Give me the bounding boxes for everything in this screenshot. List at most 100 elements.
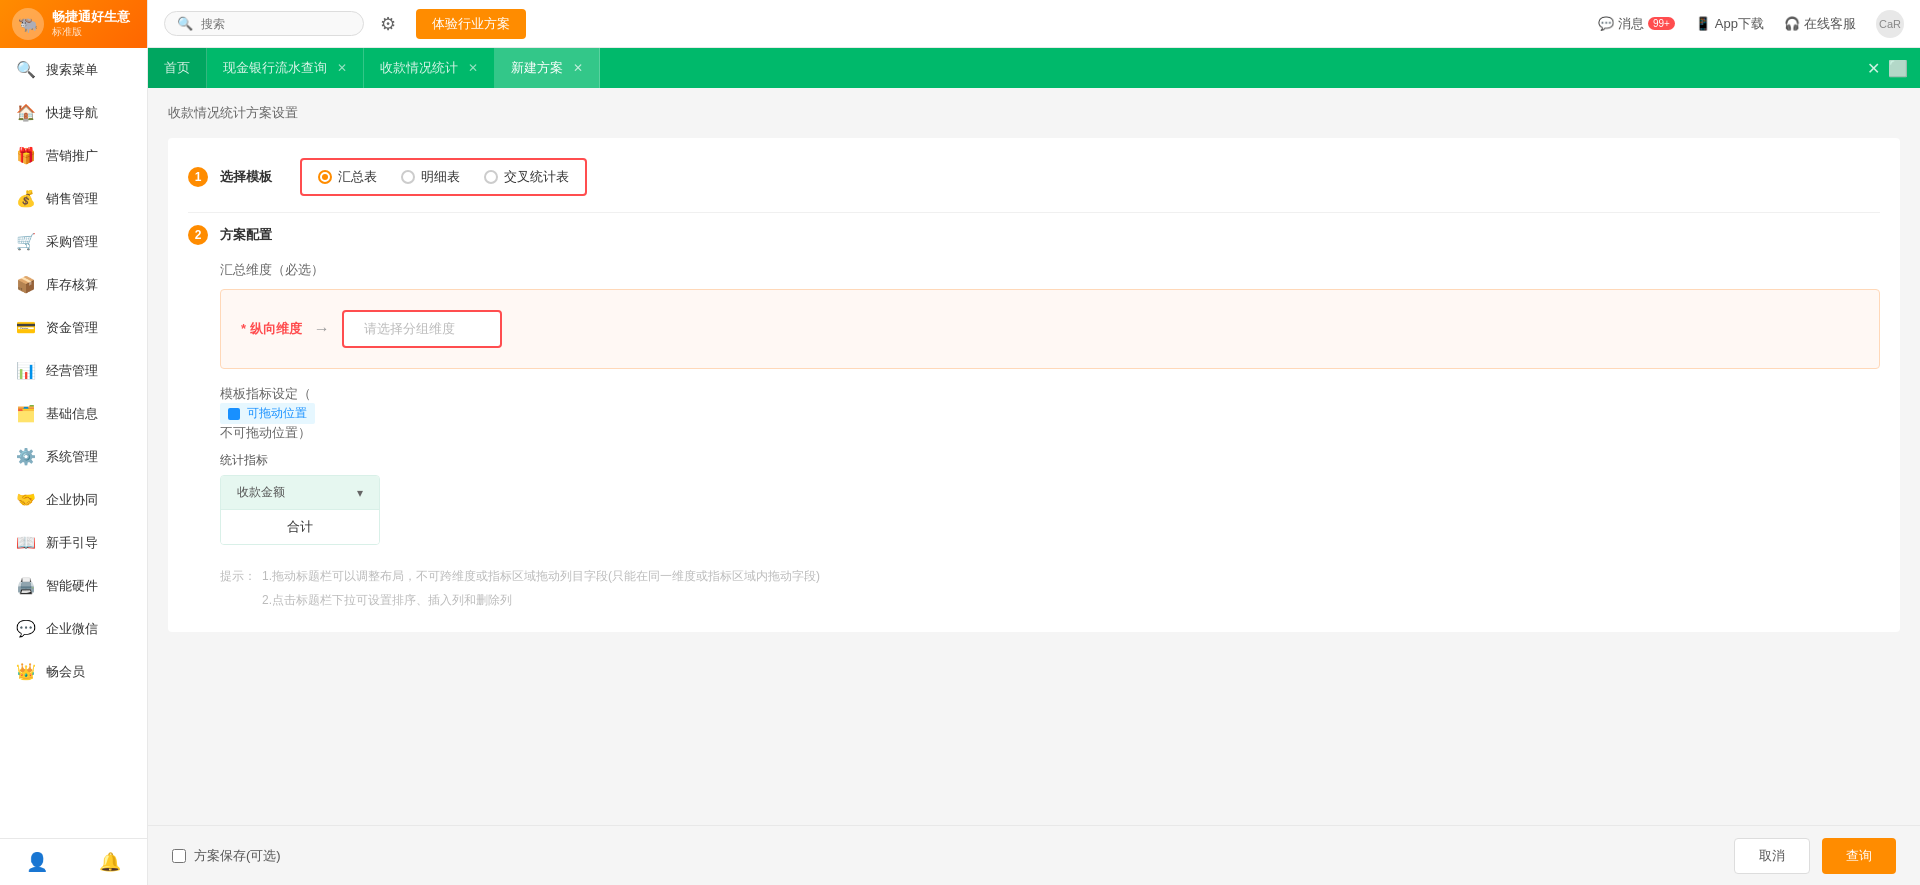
sidebar-item-label: 销售管理 bbox=[46, 190, 98, 208]
indicator-header-inner: 收款金额 ▾ bbox=[237, 484, 363, 501]
sidebar-item-collab[interactable]: 🤝 企业协同 bbox=[0, 478, 147, 521]
sidebar-item-search[interactable]: 🔍 搜索菜单 bbox=[0, 48, 147, 91]
sidebar-bottom: 👤 🔔 bbox=[0, 838, 147, 885]
settings-icon[interactable]: ⚙ bbox=[380, 13, 396, 35]
handshake-icon: 🤝 bbox=[16, 490, 36, 509]
avatar[interactable]: CaR bbox=[1876, 10, 1904, 38]
folder-icon: 🗂️ bbox=[16, 404, 36, 423]
tab-new-plan[interactable]: 新建方案 ✕ bbox=[495, 48, 600, 88]
tip-text-2: 2.点击标题栏下拉可设置排序、插入列和删除列 bbox=[262, 588, 512, 612]
tab-close-icon[interactable]: ✕ bbox=[337, 61, 347, 75]
search-input[interactable] bbox=[201, 17, 341, 31]
radio-detail-label: 明细表 bbox=[421, 168, 460, 186]
sidebar-item-wechat[interactable]: 💬 企业微信 bbox=[0, 607, 147, 650]
sidebar-item-guide[interactable]: 📖 新手引导 bbox=[0, 521, 147, 564]
bell-icon: 🔔 bbox=[99, 851, 121, 873]
divider bbox=[188, 212, 1880, 213]
tab-home[interactable]: 首页 bbox=[148, 48, 207, 88]
indicator-table-area: 统计指标 收款金额 ▾ 合计 bbox=[220, 452, 1880, 548]
tip-item-1: 提示： 1.拖动标题栏可以调整布局，不可跨维度或指标区域拖动列目字段(只能在同一… bbox=[220, 564, 1880, 588]
tab-label: 新建方案 bbox=[511, 59, 563, 77]
tab-label: 首页 bbox=[164, 59, 190, 77]
sidebar-bottom-user[interactable]: 👤 bbox=[22, 847, 52, 877]
industry-btn[interactable]: 体验行业方案 bbox=[416, 9, 526, 39]
user-icon: 👤 bbox=[26, 851, 48, 873]
gift-icon: 🎁 bbox=[16, 146, 36, 165]
query-button[interactable]: 查询 bbox=[1822, 838, 1896, 874]
sidebar-item-label: 经营管理 bbox=[46, 362, 98, 380]
indicator-header-label: 收款金额 bbox=[237, 484, 285, 501]
footer-left: 方案保存(可选) bbox=[172, 847, 281, 865]
sidebar-item-sales[interactable]: 💰 销售管理 bbox=[0, 177, 147, 220]
notification-btn[interactable]: 💬 消息 99+ bbox=[1598, 15, 1675, 33]
tab-bar: 首页 现金银行流水查询 ✕ 收款情况统计 ✕ 新建方案 ✕ ✕ ⬜ bbox=[148, 48, 1920, 88]
content-area: 收款情况统计方案设置 1 选择模板 汇总表 明细表 bbox=[148, 88, 1920, 825]
radio-cross-label: 交叉统计表 bbox=[504, 168, 569, 186]
radio-circle-summary bbox=[318, 170, 332, 184]
movable-tag: 可拖动位置 bbox=[220, 403, 315, 424]
radio-cross[interactable]: 交叉统计表 bbox=[484, 168, 569, 186]
save-label: 方案保存(可选) bbox=[194, 847, 281, 865]
notification-label: 消息 bbox=[1618, 15, 1644, 33]
settings-card: 1 选择模板 汇总表 明细表 交叉统计表 bbox=[168, 138, 1900, 632]
money-icon: 💰 bbox=[16, 189, 36, 208]
sidebar-item-label: 系统管理 bbox=[46, 448, 98, 466]
sidebar-item-label: 采购管理 bbox=[46, 233, 98, 251]
tip-text-1: 1.拖动标题栏可以调整布局，不可跨维度或指标区域拖动列目字段(只能在同一维度或指… bbox=[262, 564, 820, 588]
step1-label: 选择模板 bbox=[220, 168, 272, 186]
notification-badge: 99+ bbox=[1648, 17, 1675, 30]
sidebar: 🐃 畅捷通好生意 标准版 🔍 搜索菜单 🏠 快捷导航 🎁 营销推广 💰 销售管理… bbox=[0, 0, 148, 885]
dim-placeholder: 请选择分组维度 bbox=[364, 321, 455, 336]
sidebar-logo: 🐃 畅捷通好生意 标准版 bbox=[0, 0, 147, 48]
sidebar-item-inventory[interactable]: 📦 库存核算 bbox=[0, 263, 147, 306]
main-area: 🔍 ⚙ 体验行业方案 💬 消息 99+ 📱 App下载 🎧 在线客服 CaR bbox=[148, 0, 1920, 885]
sidebar-item-member[interactable]: 👑 畅会员 bbox=[0, 650, 147, 693]
step2-num: 2 bbox=[188, 225, 208, 245]
sidebar-item-marketing[interactable]: 🎁 营销推广 bbox=[0, 134, 147, 177]
book-icon: 📖 bbox=[16, 533, 36, 552]
dim-arrow-icon: → bbox=[314, 320, 330, 338]
sidebar-bottom-notify[interactable]: 🔔 bbox=[95, 847, 125, 877]
download-btn[interactable]: 📱 App下载 bbox=[1695, 15, 1764, 33]
chat-icon: 💬 bbox=[16, 619, 36, 638]
sidebar-item-system[interactable]: ⚙️ 系统管理 bbox=[0, 435, 147, 478]
sidebar-item-quicknav[interactable]: 🏠 快捷导航 bbox=[0, 91, 147, 134]
printer-icon: 🖨️ bbox=[16, 576, 36, 595]
sidebar-item-label: 智能硬件 bbox=[46, 577, 98, 595]
sidebar-item-purchase[interactable]: 🛒 采购管理 bbox=[0, 220, 147, 263]
indicator-dropdown-icon[interactable]: ▾ bbox=[357, 486, 363, 500]
footer: 方案保存(可选) 取消 查询 bbox=[148, 825, 1920, 885]
tab-collection[interactable]: 收款情况统计 ✕ bbox=[364, 48, 495, 88]
maximize-icon[interactable]: ⬜ bbox=[1888, 59, 1908, 78]
indicator-header[interactable]: 收款金额 ▾ bbox=[221, 476, 379, 510]
logo-name: 畅捷通好生意 bbox=[52, 9, 130, 25]
service-label: 在线客服 bbox=[1804, 15, 1856, 33]
radio-detail[interactable]: 明细表 bbox=[401, 168, 460, 186]
template-radio-group: 汇总表 明细表 交叉统计表 bbox=[300, 158, 587, 196]
download-label: App下载 bbox=[1715, 15, 1764, 33]
sidebar-item-label: 库存核算 bbox=[46, 276, 98, 294]
search-icon: 🔍 bbox=[16, 60, 36, 79]
dim-select[interactable]: 请选择分组维度 bbox=[342, 310, 502, 348]
save-checkbox[interactable] bbox=[172, 849, 186, 863]
radio-summary[interactable]: 汇总表 bbox=[318, 168, 377, 186]
sidebar-item-basic[interactable]: 🗂️ 基础信息 bbox=[0, 392, 147, 435]
indicator-title-row: 模板指标设定（ 可拖动位置 不可拖动位置） bbox=[220, 385, 1880, 442]
indicator-cell-total: 合计 bbox=[221, 510, 379, 544]
cart-icon: 🛒 bbox=[16, 232, 36, 251]
search-box[interactable]: 🔍 bbox=[164, 11, 364, 36]
dim-row-label: * 纵向维度 bbox=[241, 320, 302, 338]
dimension-title: 汇总维度（必选） bbox=[220, 261, 1880, 279]
sidebar-item-hardware[interactable]: 🖨️ 智能硬件 bbox=[0, 564, 147, 607]
tab-close-icon[interactable]: ✕ bbox=[468, 61, 478, 75]
tab-close-icon[interactable]: ✕ bbox=[573, 61, 583, 75]
sidebar-item-operation[interactable]: 📊 经营管理 bbox=[0, 349, 147, 392]
card-icon: 💳 bbox=[16, 318, 36, 337]
radio-summary-label: 汇总表 bbox=[338, 168, 377, 186]
download-icon: 📱 bbox=[1695, 16, 1711, 31]
close-window-icon[interactable]: ✕ bbox=[1867, 59, 1880, 78]
cancel-button[interactable]: 取消 bbox=[1734, 838, 1810, 874]
sidebar-item-finance[interactable]: 💳 资金管理 bbox=[0, 306, 147, 349]
service-btn[interactable]: 🎧 在线客服 bbox=[1784, 15, 1856, 33]
tab-bank[interactable]: 现金银行流水查询 ✕ bbox=[207, 48, 364, 88]
